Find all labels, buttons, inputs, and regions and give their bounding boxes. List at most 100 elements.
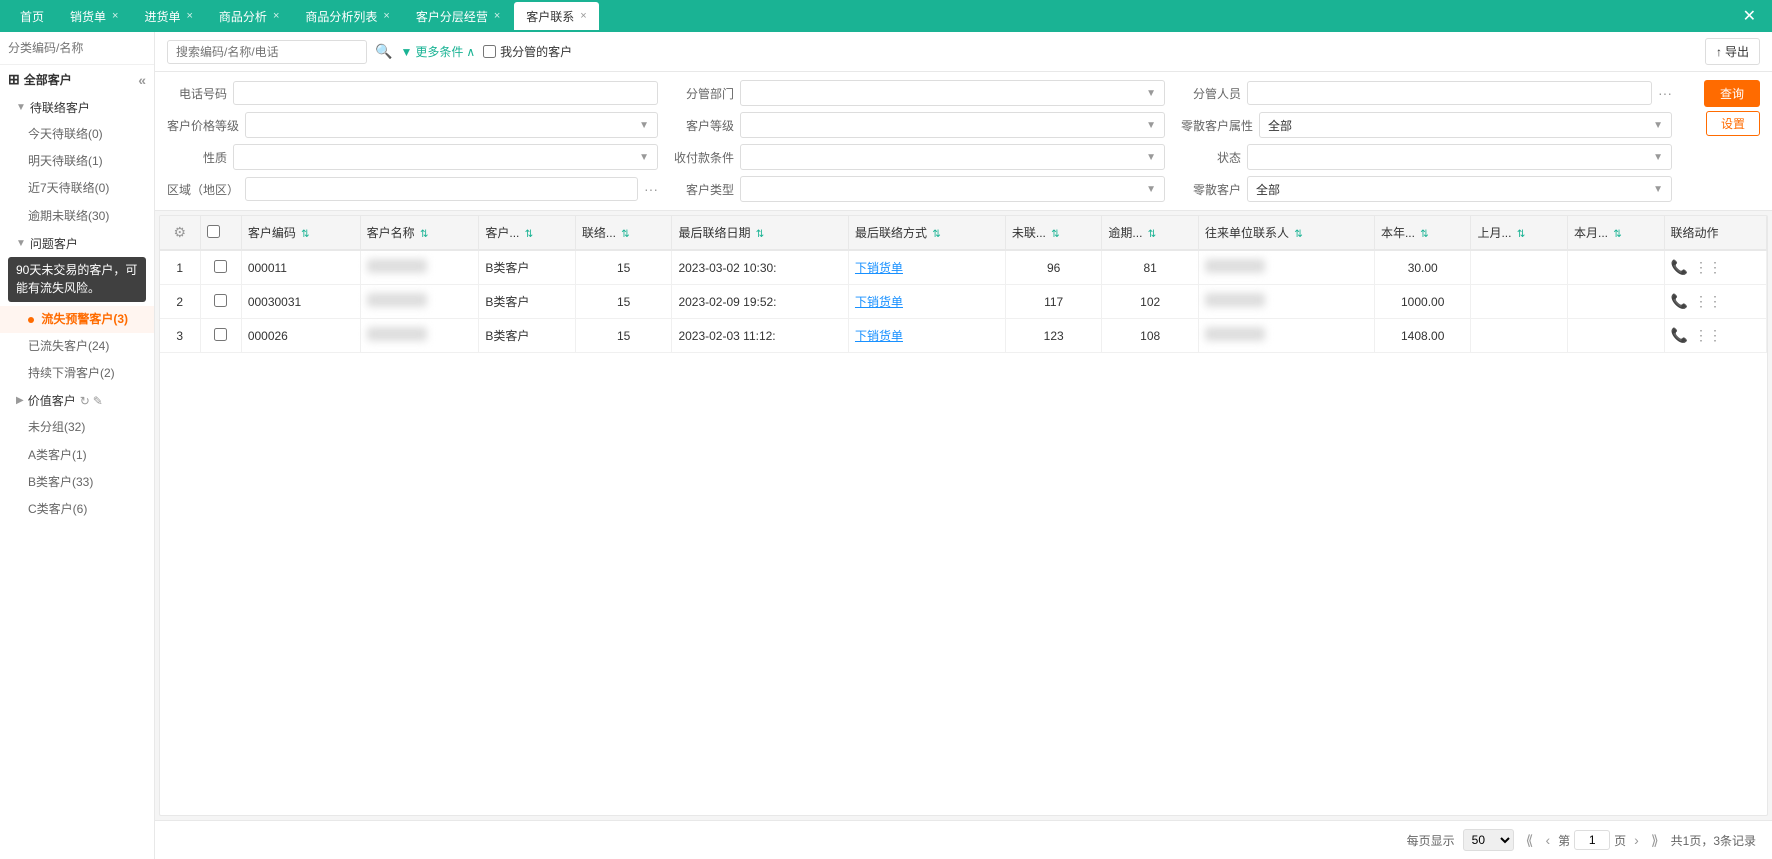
- sidebar-item-churned[interactable]: 已流失客户(24): [0, 333, 154, 360]
- tab-home[interactable]: 首页: [8, 2, 56, 30]
- sidebar-item-7days[interactable]: 近7天待联络(0): [0, 175, 154, 202]
- prev-page-btn[interactable]: ‹: [1541, 830, 1554, 850]
- customer-table: ⚙ 客户编码 ⇅ 客户名称 ⇅: [160, 216, 1767, 353]
- customer-type-select[interactable]: ▼: [740, 176, 1165, 202]
- next-page-btn[interactable]: ›: [1630, 830, 1643, 850]
- td-method-1[interactable]: 下销货单: [848, 250, 1005, 285]
- sort-method-icon[interactable]: ⇅: [932, 229, 940, 240]
- region-input[interactable]: [245, 177, 638, 201]
- first-page-btn[interactable]: ⟪: [1522, 830, 1538, 851]
- customer-level-select[interactable]: ▼: [740, 112, 1165, 138]
- sort-tmonth-icon[interactable]: ⇅: [1613, 229, 1621, 240]
- more-icon-1[interactable]: ⋮⋮: [1694, 259, 1722, 276]
- tab-sales[interactable]: 销货单 ×: [58, 2, 130, 30]
- price-level-select[interactable]: ▼: [245, 112, 658, 138]
- sidebar-root[interactable]: ⊞ 全部客户 «: [0, 65, 154, 94]
- manager-input[interactable]: [1247, 81, 1652, 105]
- sort-year-icon[interactable]: ⇅: [1420, 229, 1428, 240]
- zero-attr-label: 零散客户属性: [1181, 117, 1253, 134]
- tab-analysis-close[interactable]: ×: [273, 10, 279, 22]
- filter-search-input[interactable]: [167, 40, 367, 64]
- sidebar-item-declining[interactable]: 持续下滑客户(2): [0, 360, 154, 387]
- table-footer: 每页显示 50 100 200 ⟪ ‹ 第 页 › ⟫ 共1页，3条记录: [155, 820, 1772, 859]
- sort-lmonth-icon[interactable]: ⇅: [1517, 229, 1525, 240]
- row-checkbox-1[interactable]: [214, 260, 227, 273]
- status-select[interactable]: ▼: [1247, 144, 1672, 170]
- sort-contact-icon[interactable]: ⇅: [621, 229, 629, 240]
- th-overdue: 逾期... ⇅: [1102, 216, 1199, 250]
- zero-customer-select[interactable]: 全部 ▼: [1247, 176, 1672, 202]
- row-checkbox-3[interactable]: [214, 328, 227, 341]
- sidebar-item-b-class[interactable]: B类客户(33): [0, 469, 154, 496]
- sidebar-item-a-class[interactable]: A类客户(1): [0, 442, 154, 469]
- page-total: 共1页，3条记录: [1671, 832, 1756, 849]
- tab-analysis-list[interactable]: 商品分析列表 ×: [293, 2, 401, 30]
- per-page-select[interactable]: 50 100 200: [1463, 829, 1514, 851]
- tab-customer-layer[interactable]: 客户分层经营 ×: [404, 2, 512, 30]
- sidebar-collapse-btn[interactable]: «: [138, 72, 146, 88]
- row-checkbox-2[interactable]: [214, 294, 227, 307]
- my-customers-checkbox-label[interactable]: 我分管的客户: [483, 43, 572, 60]
- select-all-checkbox[interactable]: [207, 225, 220, 238]
- tab-customer-contact-close[interactable]: ×: [580, 10, 586, 22]
- dept-select[interactable]: ▼: [740, 80, 1165, 106]
- zero-attr-select[interactable]: 全部 ▼: [1259, 112, 1672, 138]
- sidebar-group-pending[interactable]: ▼ 待联络客户: [0, 94, 154, 121]
- sort-no-contact-icon[interactable]: ⇅: [1051, 229, 1059, 240]
- nature-select[interactable]: ▼: [233, 144, 658, 170]
- tab-purchase-close[interactable]: ×: [186, 10, 192, 22]
- more-conditions-btn[interactable]: ▼ 更多条件 ∧: [400, 43, 475, 60]
- sidebar-search-input[interactable]: [8, 41, 155, 55]
- more-icon-3[interactable]: ⋮⋮: [1694, 327, 1722, 344]
- tab-sales-close[interactable]: ×: [112, 10, 118, 22]
- td-check-3[interactable]: [200, 319, 241, 353]
- edit-icon[interactable]: ✎: [93, 394, 103, 408]
- td-method-3[interactable]: 下销货单: [848, 319, 1005, 353]
- td-check-2[interactable]: [200, 285, 241, 319]
- tab-customer-contact[interactable]: 客户联系 ×: [514, 2, 598, 30]
- region-more-icon[interactable]: ···: [644, 181, 658, 197]
- export-btn[interactable]: ↑ 导出: [1705, 38, 1760, 65]
- th-last-method-label: 最后联络方式: [855, 226, 927, 240]
- tab-purchase[interactable]: 进货单 ×: [132, 2, 204, 30]
- sort-contacts-icon[interactable]: ⇅: [1294, 229, 1302, 240]
- sidebar-item-overdue[interactable]: 逾期未联络(30): [0, 203, 154, 230]
- sidebar-group-problem[interactable]: ▼ 问题客户: [0, 230, 154, 257]
- tab-analysis-list-close[interactable]: ×: [383, 10, 389, 22]
- contact-icon-1[interactable]: 📞: [1671, 259, 1688, 276]
- more-icon-2[interactable]: ⋮⋮: [1694, 293, 1722, 310]
- arrow-right-icon: ▶: [16, 395, 24, 406]
- contact-icon-2[interactable]: 📞: [1671, 293, 1688, 310]
- phone-input[interactable]: [233, 81, 658, 105]
- query-btn[interactable]: 查询: [1704, 80, 1760, 107]
- filter-search-icon[interactable]: 🔍: [375, 43, 392, 60]
- my-customers-checkbox[interactable]: [483, 45, 496, 58]
- last-page-btn[interactable]: ⟫: [1647, 830, 1663, 851]
- sort-date-icon[interactable]: ⇅: [756, 229, 764, 240]
- sort-name-icon[interactable]: ⇅: [420, 229, 428, 240]
- page-input[interactable]: [1574, 830, 1610, 850]
- sort-icon[interactable]: ⇅: [301, 229, 309, 240]
- settings-btn[interactable]: 设置: [1706, 111, 1760, 136]
- refresh-icon[interactable]: ↻: [80, 394, 90, 408]
- td-type-2: B类客户: [479, 285, 576, 319]
- sidebar-item-churn-warning[interactable]: 流失预警客户(3): [0, 306, 154, 333]
- sidebar-item-ungroup[interactable]: 未分组(32): [0, 414, 154, 441]
- close-window-btn[interactable]: ✕: [1735, 6, 1764, 26]
- sidebar-item-tomorrow[interactable]: 明天待联络(1): [0, 148, 154, 175]
- sidebar-item-c-class[interactable]: C类客户(6): [0, 496, 154, 523]
- sort-type-icon[interactable]: ⇅: [525, 229, 533, 240]
- contact-icon-3[interactable]: 📞: [1671, 327, 1688, 344]
- tab-customer-layer-close[interactable]: ×: [494, 10, 500, 22]
- tab-analysis[interactable]: 商品分析 ×: [207, 2, 291, 30]
- td-method-2[interactable]: 下销货单: [848, 285, 1005, 319]
- zero-customer-caret-icon: ▼: [1653, 184, 1663, 195]
- manager-more-icon[interactable]: ···: [1658, 85, 1672, 101]
- sidebar-item-today[interactable]: 今天待联络(0): [0, 121, 154, 148]
- column-settings-icon[interactable]: ⚙: [173, 224, 186, 240]
- sort-overdue-icon[interactable]: ⇅: [1148, 229, 1156, 240]
- td-check-1[interactable]: [200, 250, 241, 285]
- blurred-name-3: [367, 327, 427, 341]
- payment-select[interactable]: ▼: [740, 144, 1165, 170]
- tab-customer-contact-label: 客户联系: [526, 8, 574, 25]
